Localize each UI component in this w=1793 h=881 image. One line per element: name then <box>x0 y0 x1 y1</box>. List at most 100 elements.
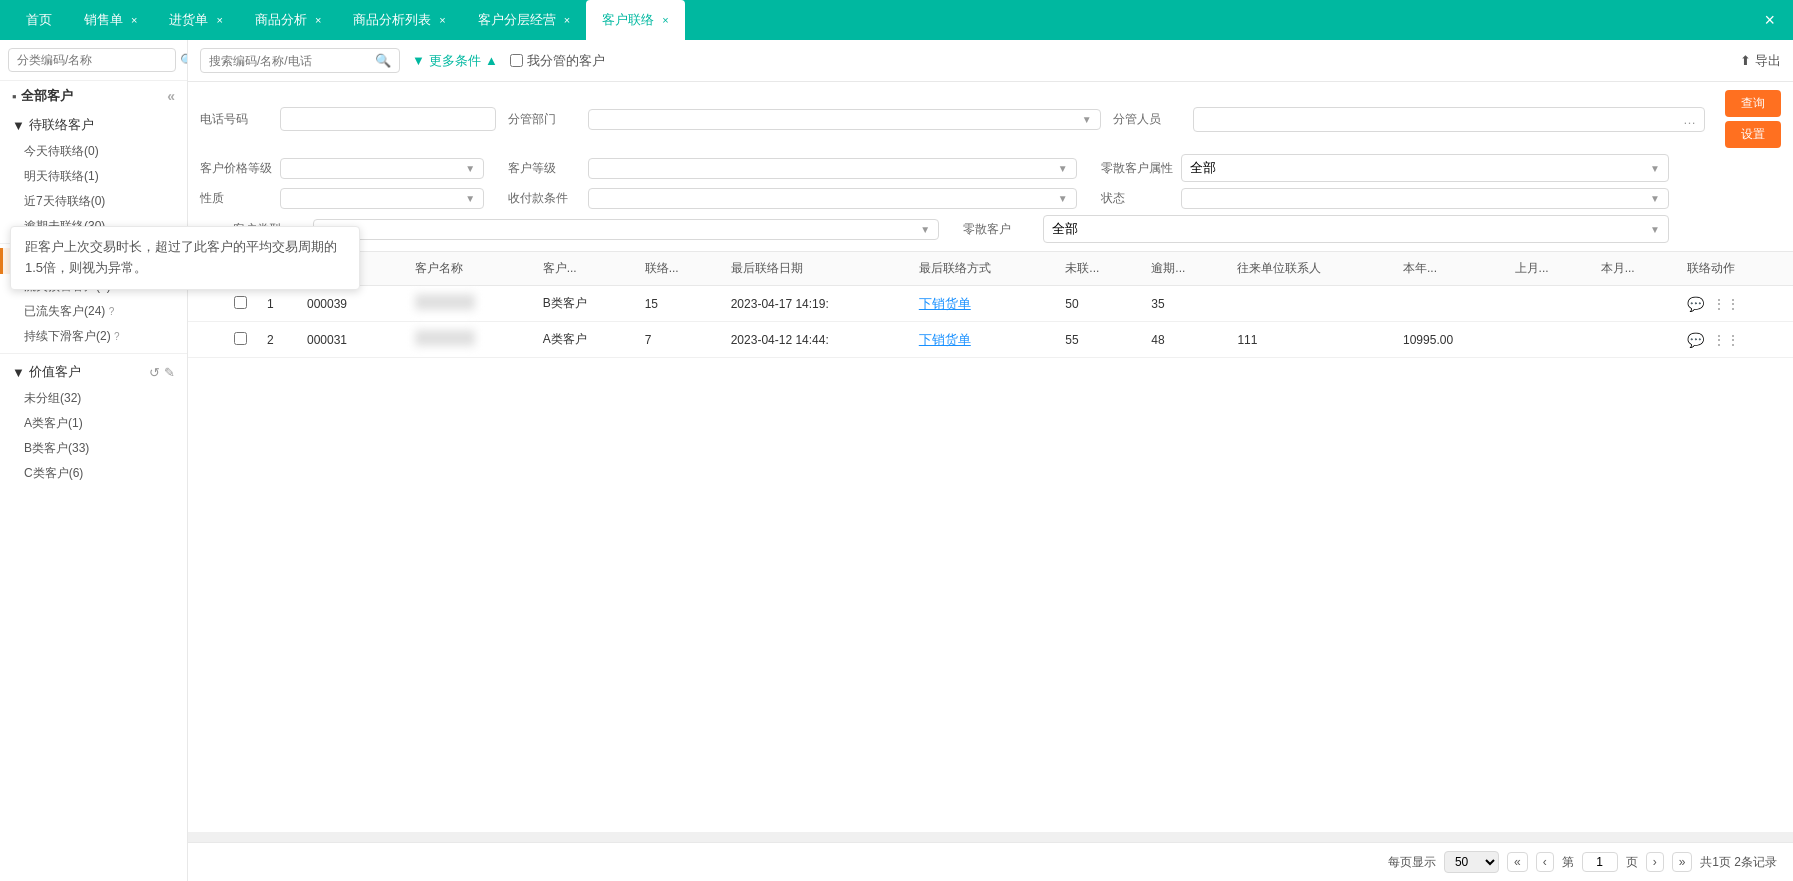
contact-icon[interactable]: 💬 <box>1687 296 1704 312</box>
row-not-contact: 55 <box>1055 322 1141 358</box>
data-table-area: ⚙ 客户编码 客户名称 客户... 联络... 最后联络日期 最后联络方式 未联… <box>188 252 1793 832</box>
search-input[interactable] <box>209 54 375 68</box>
my-customers-checkbox[interactable]: 我分管的客户 <box>510 52 605 70</box>
my-customers-check[interactable] <box>510 54 523 67</box>
price-level-select[interactable]: ▼ <box>280 158 484 179</box>
level-select[interactable]: ▼ <box>588 158 1076 179</box>
row-this-year: 10995.00 <box>1393 322 1505 358</box>
nav-home[interactable]: 首页 <box>10 0 68 40</box>
last-page-btn[interactable]: » <box>1672 852 1693 872</box>
sidebar: 🔍 ▪ 全部客户 « ▼ 待联络客户 今天待联络(0) 明天待联络(1) 近7天… <box>0 40 188 881</box>
nav-customer-contact[interactable]: 客户联络 × <box>586 0 684 40</box>
sidebar-item-class-a[interactable]: A类客户(1) <box>0 411 187 436</box>
nav-close-customer-contact[interactable]: × <box>662 14 668 26</box>
sidebar-search-bar: 🔍 <box>0 40 187 81</box>
status-select[interactable]: ▼ <box>1181 188 1669 209</box>
row-checkbox[interactable] <box>224 286 257 322</box>
horizontal-scrollbar[interactable] <box>188 832 1793 842</box>
content-area: 🔍 ▼ 更多条件 ▲ 我分管的客户 ⬆ 导出 电话号码 <box>188 40 1793 881</box>
sidebar-item-churned[interactable]: 已流失客户(24) ? <box>0 299 187 324</box>
sidebar-search-icon[interactable]: 🔍 <box>180 53 188 68</box>
row-last-method[interactable]: 下销货单 <box>909 286 1056 322</box>
gender-select[interactable]: ▼ <box>280 188 484 209</box>
col-last-month: 上月... <box>1505 252 1591 286</box>
dept-select[interactable]: ▼ <box>588 109 1100 130</box>
sidebar-item-unclassified[interactable]: 未分组(32) <box>0 386 187 411</box>
prev-page-btn[interactable]: ‹ <box>1536 852 1554 872</box>
sidebar-item-tomorrow[interactable]: 明天待联络(1) <box>0 164 187 189</box>
nav-close-sales[interactable]: × <box>131 14 137 26</box>
retail-attr-select[interactable]: 全部 ▼ <box>1181 154 1669 182</box>
help-icon-4[interactable]: ? <box>114 331 120 342</box>
nav-close-customer-tier[interactable]: × <box>564 14 570 26</box>
payment-select[interactable]: ▼ <box>588 188 1076 209</box>
nav-close-analysis[interactable]: × <box>315 14 321 26</box>
window-close-button[interactable]: × <box>1756 10 1783 31</box>
phone-input[interactable] <box>280 107 496 131</box>
query-button[interactable]: 查询 <box>1725 90 1781 117</box>
filter-row-1: 电话号码 分管部门 ▼ 分管人员 … <box>200 90 1781 148</box>
help-icon-3[interactable]: ? <box>109 306 115 317</box>
sidebar-item-class-c[interactable]: C类客户(6) <box>0 461 187 486</box>
refresh-icon[interactable]: ↺ <box>149 365 160 380</box>
row-num: 1 <box>257 286 297 322</box>
more-action-icon[interactable]: ⋮⋮ <box>1712 296 1740 312</box>
page-input[interactable] <box>1582 852 1618 872</box>
collapse-sidebar-icon[interactable]: « <box>167 88 175 104</box>
row-this-month <box>1591 322 1677 358</box>
nav-customer-tier[interactable]: 客户分层经营 × <box>462 0 586 40</box>
row-name <box>405 286 532 322</box>
nav-close-purchase[interactable]: × <box>216 14 222 26</box>
contact-icon[interactable]: 💬 <box>1687 332 1704 348</box>
row-last-method[interactable]: 下销货单 <box>909 322 1056 358</box>
row-check-0[interactable] <box>234 296 247 309</box>
sidebar-group-value[interactable]: ▼ 价值客户 ↺ ✎ <box>0 358 187 386</box>
more-icon[interactable]: … <box>1683 112 1696 127</box>
row-contact: 15 <box>635 286 721 322</box>
nav-close-analysis-list[interactable]: × <box>439 14 445 26</box>
row-checkbox[interactable] <box>224 322 257 358</box>
more-conditions-btn[interactable]: ▼ 更多条件 ▲ <box>412 52 498 70</box>
chevron-down-icon-3: ▼ <box>1058 163 1068 174</box>
nav-purchase[interactable]: 进货单 × <box>153 0 238 40</box>
manager-select[interactable]: … <box>1193 107 1705 132</box>
sidebar-item-7days[interactable]: 近7天待联络(0) <box>0 189 187 214</box>
sidebar-search-input[interactable] <box>8 48 176 72</box>
sidebar-all-customers[interactable]: ▪ 全部客户 « <box>0 81 187 111</box>
sidebar-item-today[interactable]: 今天待联络(0) <box>0 139 187 164</box>
top-navigation: 首页 销售单 × 进货单 × 商品分析 × 商品分析列表 × 客户分层经营 × … <box>0 0 1793 40</box>
tooltip-box: 距客户上次交易时长，超过了此客户的平均交易周期的1.5倍，则视为异常。 <box>188 226 360 290</box>
sidebar-item-class-b[interactable]: B类客户(33) <box>0 436 187 461</box>
export-button[interactable]: ⬆ 导出 <box>1740 52 1781 70</box>
sidebar-group-pending[interactable]: ▼ 待联络客户 <box>0 111 187 139</box>
nav-sales[interactable]: 销售单 × <box>68 0 153 40</box>
nav-analysis-list[interactable]: 商品分析列表 × <box>337 0 461 40</box>
col-contact-count: 联络... <box>635 252 721 286</box>
row-action: 💬 ⋮⋮ <box>1677 322 1793 358</box>
filter-price-level: 客户价格等级 ▼ <box>200 158 484 179</box>
filter-dept: 分管部门 ▼ <box>508 109 1100 130</box>
customer-type-select[interactable]: ▼ <box>313 219 939 240</box>
chevron-down-icon-5: ▼ <box>465 193 475 204</box>
next-page-btn[interactable]: › <box>1646 852 1664 872</box>
chevron-down-icon-8: ▼ <box>920 224 930 235</box>
row-not-contact: 50 <box>1055 286 1141 322</box>
edit-icon[interactable]: ✎ <box>164 365 175 380</box>
filter-level: 客户等级 ▼ <box>508 158 1076 179</box>
sidebar-item-declining[interactable]: 持续下滑客户(2) ? <box>0 324 187 349</box>
retail-customer-select[interactable]: 全部 ▼ <box>1043 215 1669 243</box>
more-action-icon[interactable]: ⋮⋮ <box>1712 332 1740 348</box>
pagination-bar: 每页显示 50 100 200 « ‹ 第 页 › » 共1页 2条记录 <box>188 842 1793 881</box>
search-icon[interactable]: 🔍 <box>375 53 391 68</box>
table-row: 2 000031 A类客户 7 2023-04-12 14:44: 下销货单 5… <box>188 322 1793 358</box>
first-page-btn[interactable]: « <box>1507 852 1528 872</box>
nav-analysis[interactable]: 商品分析 × <box>239 0 337 40</box>
row-check-1[interactable] <box>234 332 247 345</box>
col-overdue: 逾期... <box>1141 252 1227 286</box>
settings-button[interactable]: 设置 <box>1725 121 1781 148</box>
chevron-down-icon: ▼ <box>1082 114 1092 125</box>
row-type: A类客户 <box>533 322 635 358</box>
per-page-select[interactable]: 50 100 200 <box>1444 851 1499 873</box>
col-customer-name: 客户名称 <box>405 252 532 286</box>
chevron-down-icon-7: ▼ <box>1650 193 1660 204</box>
